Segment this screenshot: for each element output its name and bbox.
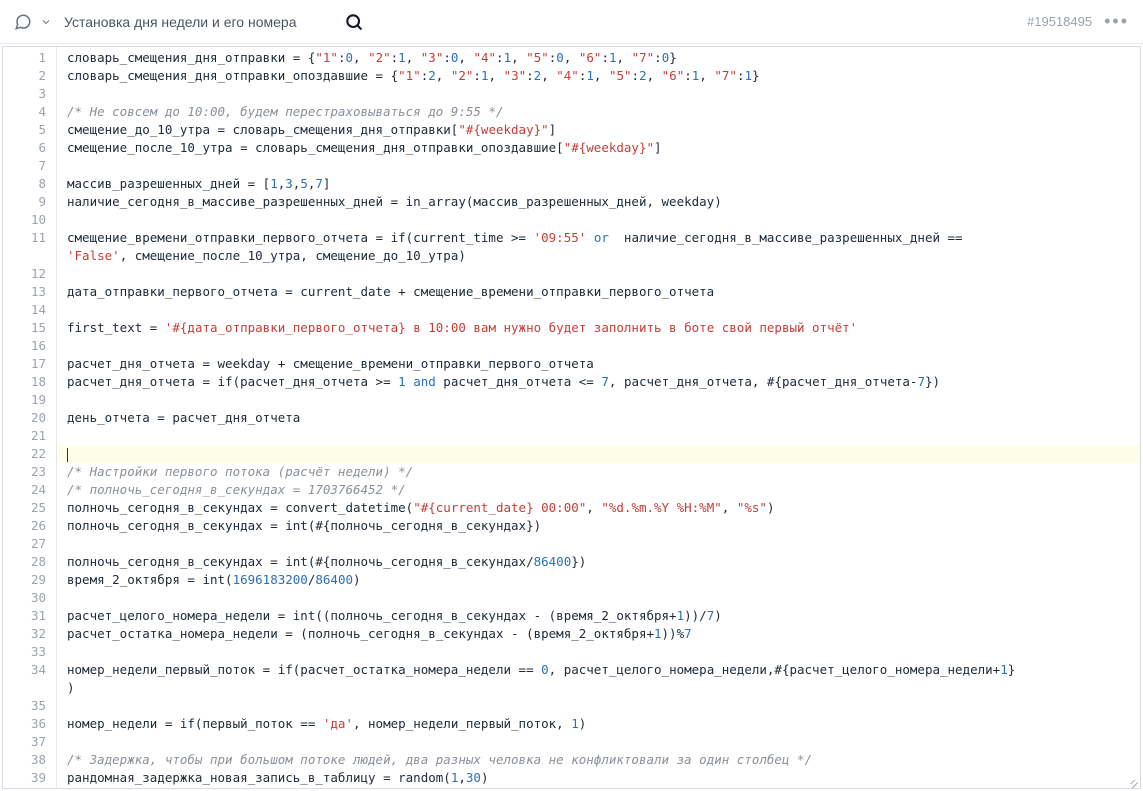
- line-number: 11: [3, 229, 56, 247]
- line-number: 30: [3, 589, 56, 607]
- code-line[interactable]: [67, 337, 1140, 355]
- code-line[interactable]: расчет_остатка_номера_недели = (полночь_…: [67, 625, 1140, 643]
- line-number: 6: [3, 139, 56, 157]
- line-number: 32: [3, 625, 56, 643]
- code-line[interactable]: [67, 535, 1140, 553]
- code-line[interactable]: /* Настройки первого потока (расчёт неде…: [67, 463, 1140, 481]
- line-number: 35: [3, 697, 56, 715]
- comment-icon[interactable]: [14, 13, 32, 31]
- line-number: [3, 679, 56, 697]
- code-line[interactable]: [67, 157, 1140, 175]
- code-line[interactable]: словарь_смещения_дня_отправки = {"1":0, …: [67, 49, 1140, 67]
- code-line[interactable]: номер_недели_первый_поток = if(расчет_ос…: [67, 661, 1140, 679]
- code-line[interactable]: [67, 85, 1140, 103]
- code-area[interactable]: словарь_смещения_дня_отправки = {"1":0, …: [57, 47, 1140, 788]
- code-line[interactable]: [67, 697, 1140, 715]
- line-number: 15: [3, 319, 56, 337]
- line-number: 8: [3, 175, 56, 193]
- line-number: 25: [3, 499, 56, 517]
- code-line[interactable]: день_отчета = расчет_дня_отчета: [67, 409, 1140, 427]
- line-number: [3, 247, 56, 265]
- line-number: 20: [3, 409, 56, 427]
- code-line[interactable]: расчет_дня_отчета = if(расчет_дня_отчета…: [67, 373, 1140, 391]
- code-line[interactable]: наличие_сегодня_в_массиве_разрешенных_дн…: [67, 193, 1140, 211]
- line-number: 36: [3, 715, 56, 733]
- code-line[interactable]: [67, 301, 1140, 319]
- line-number: 19: [3, 391, 56, 409]
- line-number: 2: [3, 67, 56, 85]
- resize-handle-icon[interactable]: [1124, 772, 1138, 786]
- code-line[interactable]: расчет_целого_номера_недели = int((полно…: [67, 607, 1140, 625]
- code-line[interactable]: first_text = '#{дата_отправки_первого_от…: [67, 319, 1140, 337]
- header-left: Установка дня недели и его номера: [14, 12, 1027, 32]
- code-line[interactable]: время_2_октября = int(1696183200/86400): [67, 571, 1140, 589]
- line-number: 18: [3, 373, 56, 391]
- code-line[interactable]: ): [67, 679, 1140, 697]
- more-icon[interactable]: •••: [1104, 11, 1129, 32]
- code-line[interactable]: смещение_времени_отправки_первого_отчета…: [67, 229, 1140, 247]
- line-number: 16: [3, 337, 56, 355]
- line-number: 38: [3, 751, 56, 769]
- line-number: 33: [3, 643, 56, 661]
- line-number: 29: [3, 571, 56, 589]
- line-number: 17: [3, 355, 56, 373]
- code-line[interactable]: [67, 391, 1140, 409]
- line-number: 22: [3, 445, 56, 463]
- code-line[interactable]: [67, 589, 1140, 607]
- code-line[interactable]: дата_отправки_первого_отчета = current_d…: [67, 283, 1140, 301]
- code-line[interactable]: смещение_после_10_утра = словарь_смещени…: [67, 139, 1140, 157]
- code-line[interactable]: полночь_сегодня_в_секундах = int(#{полно…: [67, 517, 1140, 535]
- search-icon[interactable]: [344, 12, 364, 32]
- header-right: #19518495 •••: [1027, 11, 1129, 32]
- code-line[interactable]: полночь_сегодня_в_секундах = int(#{полно…: [67, 553, 1140, 571]
- code-line[interactable]: массив_разрешенных_дней = [1,3,5,7]: [67, 175, 1140, 193]
- line-number: 28: [3, 553, 56, 571]
- line-number: 21: [3, 427, 56, 445]
- line-number: 12: [3, 265, 56, 283]
- item-id: #19518495: [1027, 14, 1092, 29]
- line-number: 5: [3, 121, 56, 139]
- editor-header: Установка дня недели и его номера #19518…: [0, 0, 1143, 44]
- line-number: 37: [3, 733, 56, 751]
- line-number: 14: [3, 301, 56, 319]
- code-line[interactable]: 'False', смещение_после_10_утра, смещени…: [67, 247, 1140, 265]
- line-number: 26: [3, 517, 56, 535]
- line-number: 7: [3, 157, 56, 175]
- code-line[interactable]: [67, 643, 1140, 661]
- line-number: 3: [3, 85, 56, 103]
- line-number: 31: [3, 607, 56, 625]
- chevron-down-icon[interactable]: [40, 16, 52, 28]
- line-number: 4: [3, 103, 56, 121]
- code-line[interactable]: полночь_сегодня_в_секундах = convert_dat…: [67, 499, 1140, 517]
- line-number: 9: [3, 193, 56, 211]
- code-line[interactable]: рандомная_задержка_новая_запись_в_таблиц…: [67, 769, 1140, 787]
- line-number: 27: [3, 535, 56, 553]
- code-line[interactable]: [67, 427, 1140, 445]
- code-line[interactable]: /* полночь_сегодня_в_секундах = 17037664…: [67, 481, 1140, 499]
- line-number: 10: [3, 211, 56, 229]
- code-line[interactable]: [67, 211, 1140, 229]
- code-line[interactable]: /* Задержка, чтобы при большом потоке лю…: [67, 751, 1140, 769]
- code-line[interactable]: смещение_до_10_утра = словарь_смещения_д…: [67, 121, 1140, 139]
- line-number-gutter: 1234567891011121314151617181920212223242…: [3, 47, 57, 788]
- line-number: 24: [3, 481, 56, 499]
- line-number: 23: [3, 463, 56, 481]
- code-line[interactable]: /* Не совсем до 10:00, будем перестрахов…: [67, 103, 1140, 121]
- code-editor[interactable]: 1234567891011121314151617181920212223242…: [2, 46, 1141, 789]
- line-number: 34: [3, 661, 56, 679]
- line-number: 13: [3, 283, 56, 301]
- line-number: 39: [3, 769, 56, 787]
- code-line[interactable]: расчет_дня_отчета = weekday + смещение_в…: [67, 355, 1140, 373]
- page-title: Установка дня недели и его номера: [64, 14, 296, 30]
- code-line[interactable]: номер_недели = if(первый_поток == 'да', …: [67, 715, 1140, 733]
- code-line[interactable]: [67, 733, 1140, 751]
- line-number: 1: [3, 49, 56, 67]
- code-line[interactable]: [67, 265, 1140, 283]
- code-line[interactable]: словарь_смещения_дня_отправки_опоздавшие…: [67, 67, 1140, 85]
